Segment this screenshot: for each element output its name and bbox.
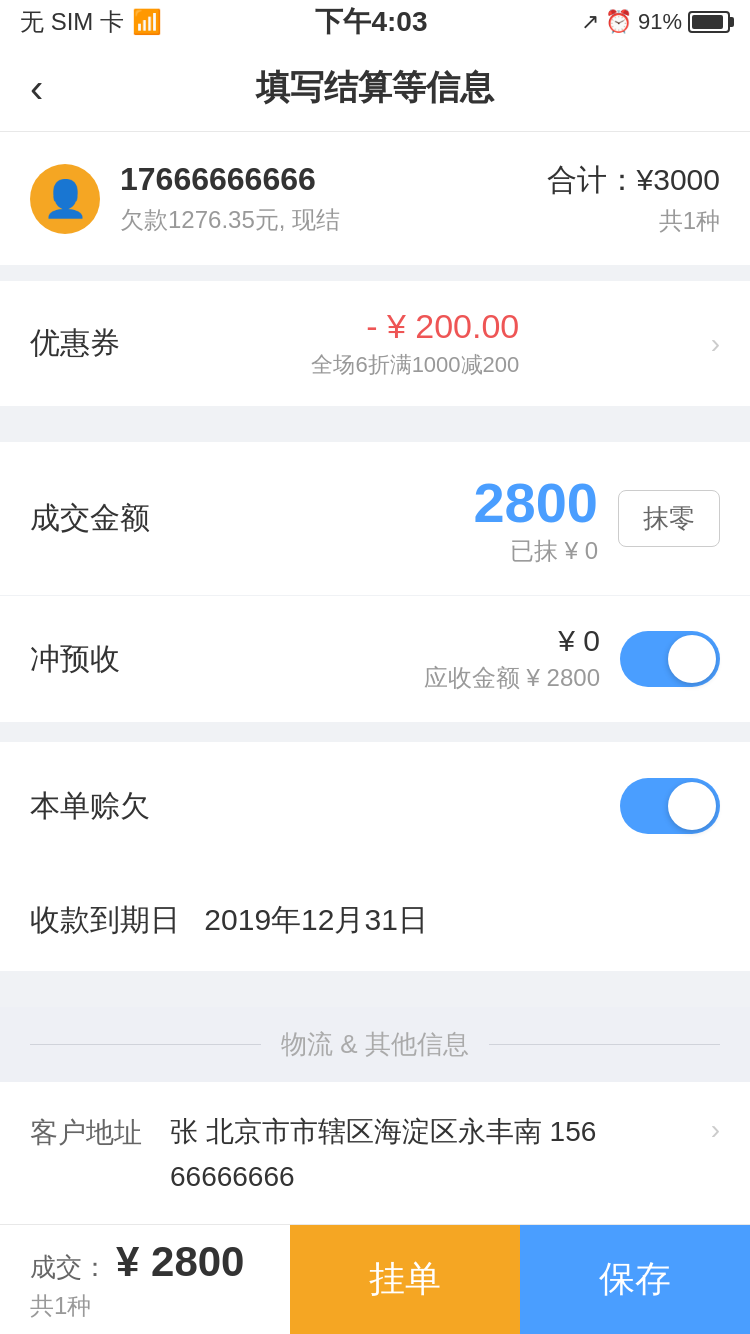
deal-amount-value-area: 2800 已抹 ¥ 0 抹零 <box>473 470 720 567</box>
address-label: 客户地址 <box>30 1114 150 1152</box>
save-button[interactable]: 保存 <box>520 1225 750 1334</box>
battery-percent: 91% <box>638 9 682 35</box>
battery-icon <box>688 11 730 33</box>
footer-deal-label: 成交： <box>30 1250 108 1285</box>
round-zero-button[interactable]: 抹零 <box>618 490 720 547</box>
customer-left: 👤 17666666666 欠款1276.35元, 现结 <box>30 161 340 236</box>
prepay-value-area: ¥ 0 应收金额 ¥ 2800 <box>424 624 720 694</box>
credit-row: 本单赊欠 <box>0 742 750 870</box>
section-divider-2 <box>0 722 750 742</box>
address-row[interactable]: 客户地址 张 北京市市辖区海淀区永丰南 156 66666666 › <box>0 1082 750 1228</box>
coupon-label: 优惠券 <box>30 323 120 364</box>
content: 👤 17666666666 欠款1276.35元, 现结 合计：¥3000 共1… <box>0 132 750 1334</box>
due-date-row: 收款到期日 2019年12月31日 <box>0 870 750 971</box>
avatar: 👤 <box>30 164 100 234</box>
prepay-toggle[interactable] <box>620 631 720 687</box>
customer-card: 👤 17666666666 欠款1276.35元, 现结 合计：¥3000 共1… <box>0 132 750 265</box>
back-button[interactable]: ‹ <box>30 68 43 108</box>
due-date-label: 收款到期日 <box>30 903 180 936</box>
coupon-right: - ¥ 200.00 全场6折满1000减200 <box>311 307 519 380</box>
status-time: 下午4:03 <box>315 3 427 41</box>
coupon-desc: 全场6折满1000减200 <box>311 350 519 380</box>
total-count: 共1种 <box>547 205 720 237</box>
deal-zeroed: 已抹 ¥ 0 <box>473 535 598 567</box>
footer-deal-row: 成交： ¥ 2800 <box>30 1238 260 1286</box>
wifi-icon: 📶 <box>132 8 162 36</box>
customer-info: 17666666666 欠款1276.35元, 现结 <box>120 161 340 236</box>
alarm-icon: ⏰ <box>605 9 632 35</box>
status-left: 无 SIM 卡 📶 <box>20 6 162 38</box>
address-chevron-icon: › <box>711 1114 720 1146</box>
section-divider-1 <box>0 422 750 442</box>
coupon-amount: - ¥ 200.00 <box>311 307 519 346</box>
prepay-label: 冲预收 <box>30 639 120 680</box>
nav-bar: ‹ 填写结算等信息 <box>0 44 750 132</box>
status-bar: 无 SIM 卡 📶 下午4:03 ↗ ⏰ 91% <box>0 0 750 44</box>
prepay-right: ¥ 0 应收金额 ¥ 2800 <box>424 624 600 694</box>
customer-phone: 17666666666 <box>120 161 340 198</box>
avatar-icon: 👤 <box>43 178 88 220</box>
status-right: ↗ ⏰ 91% <box>581 9 730 35</box>
credit-label: 本单赊欠 <box>30 786 150 827</box>
deal-amount-label: 成交金额 <box>30 498 150 539</box>
section-divider-3 <box>0 987 750 1007</box>
prepay-amount: ¥ 0 <box>424 624 600 658</box>
divider-line-right <box>489 1044 720 1045</box>
location-icon: ↗ <box>581 9 599 35</box>
deal-amount-value: 2800 <box>473 470 598 535</box>
page-title: 填写结算等信息 <box>256 65 494 111</box>
footer-amount: ¥ 2800 <box>116 1238 244 1286</box>
due-date-value: 2019年12月31日 <box>204 903 427 936</box>
hang-button[interactable]: 挂单 <box>290 1225 520 1334</box>
form-section: 成交金额 2800 已抹 ¥ 0 抹零 冲预收 ¥ 0 应收金额 ¥ 2800 <box>0 442 750 722</box>
total-amount: 合计：¥3000 <box>547 160 720 201</box>
customer-debt: 欠款1276.35元, 现结 <box>120 204 340 236</box>
prepay-row: 冲预收 ¥ 0 应收金额 ¥ 2800 <box>0 596 750 722</box>
deal-amount-row: 成交金额 2800 已抹 ¥ 0 抹零 <box>0 442 750 596</box>
logistics-divider: 物流 & 其他信息 <box>0 1007 750 1082</box>
customer-total: 合计：¥3000 共1种 <box>547 160 720 237</box>
deal-amount-group: 2800 已抹 ¥ 0 <box>473 470 598 567</box>
footer-info: 成交： ¥ 2800 共1种 <box>0 1238 290 1322</box>
chevron-right-icon: › <box>711 328 720 360</box>
sim-label: 无 SIM 卡 <box>20 6 124 38</box>
coupon-row[interactable]: 优惠券 - ¥ 200.00 全场6折满1000减200 › <box>0 281 750 406</box>
footer-count: 共1种 <box>30 1290 260 1322</box>
footer: 成交： ¥ 2800 共1种 挂单 保存 <box>0 1224 750 1334</box>
prepay-receivable: 应收金额 ¥ 2800 <box>424 662 600 694</box>
battery-fill <box>692 15 723 29</box>
logistics-label: 物流 & 其他信息 <box>281 1027 469 1062</box>
credit-toggle[interactable] <box>620 778 720 834</box>
address-value: 张 北京市市辖区海淀区永丰南 156 66666666 <box>170 1110 711 1200</box>
divider-line-left <box>30 1044 261 1045</box>
toggle-knob <box>668 635 716 683</box>
credit-toggle-knob <box>668 782 716 830</box>
